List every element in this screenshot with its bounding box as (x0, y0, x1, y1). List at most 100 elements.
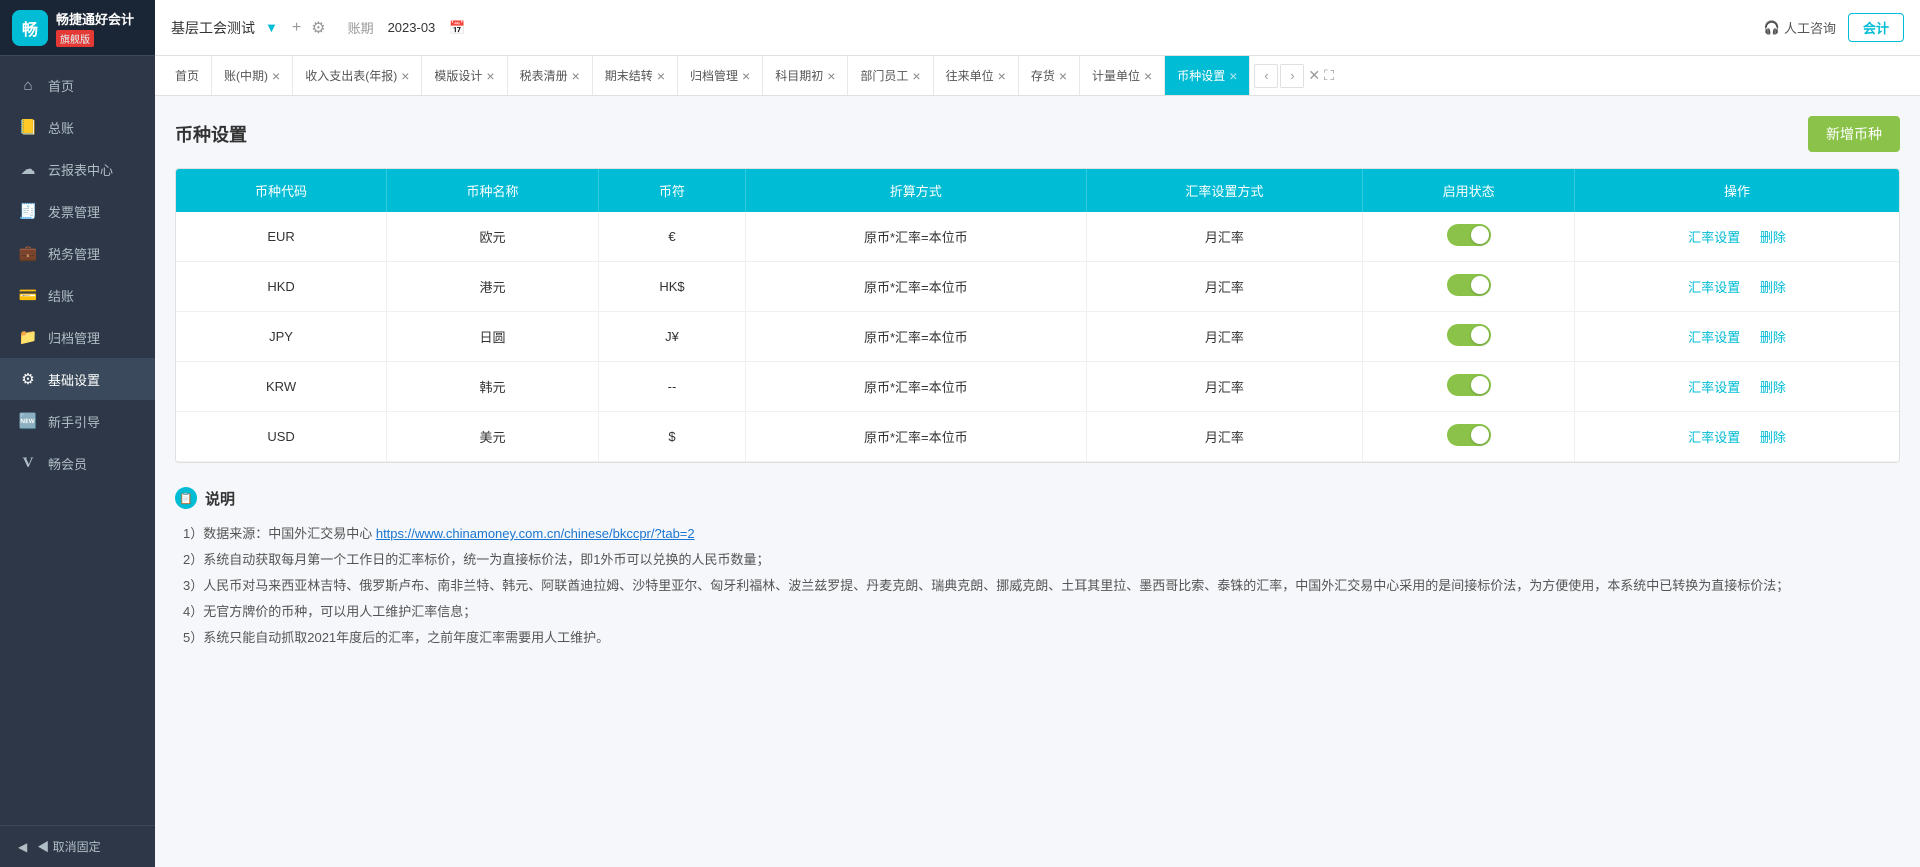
tab-prev-btn[interactable]: ‹ (1254, 64, 1278, 88)
sidebar-item-guide[interactable]: 🆕 新手引导 (0, 400, 155, 442)
toggle-KRW[interactable] (1447, 374, 1491, 396)
tab-close-period[interactable]: × (272, 68, 280, 84)
cell-status-2[interactable] (1363, 312, 1575, 362)
guide-icon: 🆕 (18, 411, 38, 431)
notice-title-text: 说明 (205, 488, 235, 509)
notice-item: 4）无官方牌价的币种，可以用人工维护汇率信息； (183, 599, 1900, 625)
sidebar-collapse-btn[interactable]: ◀ ◀ 取消固定 (0, 825, 155, 867)
tab-department[interactable]: 部门员工 × (848, 56, 933, 96)
tab-close-tax[interactable]: × (572, 68, 580, 84)
delete-btn-EUR[interactable]: 删除 (1760, 230, 1786, 245)
tab-label-template: 模版设计 (434, 67, 482, 84)
notice-section: 📋 说明 1）数据来源：中国外汇交易中心 https://www.chinamo… (175, 487, 1900, 651)
archive-icon: 📁 (18, 327, 38, 347)
sidebar-item-tax[interactable]: 💼 税务管理 (0, 232, 155, 274)
reports-icon: ☁ (18, 159, 38, 179)
tab-close-unit[interactable]: × (1144, 68, 1152, 84)
delete-btn-USD[interactable]: 删除 (1760, 430, 1786, 445)
toggle-JPY[interactable] (1447, 324, 1491, 346)
tab-label-period-end: 期末结转 (605, 67, 653, 84)
th-rate-type: 汇率设置方式 (1086, 169, 1363, 212)
cell-status-3[interactable] (1363, 362, 1575, 412)
tab-currency[interactable]: 币种设置 × (1165, 56, 1250, 96)
sidebar-item-basic[interactable]: ⚙ 基础设置 (0, 358, 155, 400)
toggle-HKD[interactable] (1447, 274, 1491, 296)
sidebar-logo: 畅 畅捷通好会计 旗舰版 (0, 0, 155, 56)
currency-table: 币种代码 币种名称 币符 折算方式 汇率设置方式 启用状态 操作 EUR 欧元 … (176, 169, 1899, 462)
sidebar-item-archive[interactable]: 📁 归档管理 (0, 316, 155, 358)
tab-close-all-btn[interactable]: ✕ (1308, 67, 1320, 84)
cell-status-4[interactable] (1363, 412, 1575, 462)
toggle-USD[interactable] (1447, 424, 1491, 446)
tab-close-period-end[interactable]: × (657, 68, 665, 84)
tab-archive[interactable]: 归档管理 × (678, 56, 763, 96)
rate-settings-btn-HKD[interactable]: 汇率设置 (1688, 280, 1740, 295)
delete-btn-KRW[interactable]: 删除 (1760, 380, 1786, 395)
new-currency-btn[interactable]: 新增币种 (1808, 116, 1900, 152)
add-company-icon[interactable]: + (292, 19, 301, 37)
delete-btn-HKD[interactable]: 删除 (1760, 280, 1786, 295)
tab-income[interactable]: 收入支出表(年报) × (293, 56, 422, 96)
logo-badge: 旗舰版 (56, 30, 94, 47)
th-code: 币种代码 (176, 169, 387, 212)
tax-icon: 💼 (18, 243, 38, 263)
toggle-EUR[interactable] (1447, 224, 1491, 246)
page-title: 币种设置 (175, 121, 247, 147)
tab-close-currency[interactable]: × (1229, 68, 1237, 84)
tab-label-inventory: 存货 (1031, 67, 1055, 84)
tab-close-template[interactable]: × (486, 68, 494, 84)
settings-icon[interactable]: ⚙ (311, 18, 325, 38)
period-value: 2023-03 (388, 20, 436, 35)
cell-action-0: 汇率设置 删除 (1575, 212, 1899, 262)
rate-settings-btn-JPY[interactable]: 汇率设置 (1688, 330, 1740, 345)
rate-settings-btn-USD[interactable]: 汇率设置 (1688, 430, 1740, 445)
tab-close-archive[interactable]: × (742, 68, 750, 84)
notice-link[interactable]: https://www.chinamoney.com.cn/chinese/bk… (376, 526, 695, 541)
tab-template[interactable]: 模版设计 × (422, 56, 507, 96)
tab-close-partner[interactable]: × (998, 68, 1006, 84)
table-row: JPY 日圆 J¥ 原币*汇率=本位币 月汇率 汇率设置 删除 (176, 312, 1899, 362)
fullscreen-btn[interactable]: ⛶ (1324, 67, 1334, 84)
tab-partner[interactable]: 往来单位 × (934, 56, 1019, 96)
toggle-knob-EUR (1471, 226, 1489, 244)
cell-status-1[interactable] (1363, 262, 1575, 312)
tab-inventory[interactable]: 存货 × (1019, 56, 1080, 96)
logo-name: 畅捷通好会计 (56, 9, 134, 28)
toggle-knob-HKD (1471, 276, 1489, 294)
calendar-icon[interactable]: 📅 (449, 20, 465, 36)
tab-close-inventory[interactable]: × (1059, 68, 1067, 84)
cell-name-2: 日圆 (387, 312, 599, 362)
tab-unit[interactable]: 计量单位 × (1080, 56, 1165, 96)
tab-close-income[interactable]: × (401, 68, 409, 84)
user-role-btn[interactable]: 会计 (1848, 13, 1904, 42)
sidebar-label-tax: 税务管理 (48, 244, 100, 263)
cell-code-3: KRW (176, 362, 387, 412)
rate-settings-btn-KRW[interactable]: 汇率设置 (1688, 380, 1740, 395)
tab-close-department[interactable]: × (912, 68, 920, 84)
company-dropdown-icon[interactable]: ▼ (265, 20, 278, 35)
tab-subject[interactable]: 科目期初 × (763, 56, 848, 96)
sidebar-item-ledger[interactable]: 📒 总账 (0, 106, 155, 148)
help-label: 人工咨询 (1784, 18, 1836, 37)
sidebar-item-home[interactable]: ⌂ 首页 (0, 64, 155, 106)
topbar-left: 基层工会测试 ▼ + ⚙ 账期 2023-03 📅 (171, 18, 465, 38)
tab-close-subject[interactable]: × (827, 68, 835, 84)
tab-tax[interactable]: 税表清册 × (508, 56, 593, 96)
topbar: 基层工会测试 ▼ + ⚙ 账期 2023-03 📅 🎧 人工咨询 会计 (155, 0, 1920, 56)
rate-settings-btn-EUR[interactable]: 汇率设置 (1688, 230, 1740, 245)
sidebar-label-invoice: 发票管理 (48, 202, 100, 221)
notice-list: 1）数据来源：中国外汇交易中心 https://www.chinamoney.c… (175, 521, 1900, 651)
delete-btn-JPY[interactable]: 删除 (1760, 330, 1786, 345)
sidebar-item-invoice[interactable]: 🧾 发票管理 (0, 190, 155, 232)
cell-status-0[interactable] (1363, 212, 1575, 262)
tab-period[interactable]: 账(中期) × (212, 56, 293, 96)
notice-item: 3）人民币对马来西亚林吉特、俄罗斯卢布、南非兰特、韩元、阿联酋迪拉姆、沙特里亚尔… (183, 573, 1900, 599)
sidebar-label-ledger: 总账 (48, 118, 74, 137)
sidebar-item-reports[interactable]: ☁ 云报表中心 (0, 148, 155, 190)
tab-period-end[interactable]: 期末结转 × (593, 56, 678, 96)
tab-next-btn[interactable]: › (1280, 64, 1304, 88)
help-btn[interactable]: 🎧 人工咨询 (1764, 18, 1836, 37)
sidebar-item-member[interactable]: V 畅会员 (0, 442, 155, 484)
sidebar-item-settle[interactable]: 💳 结账 (0, 274, 155, 316)
tab-home[interactable]: 首页 (163, 56, 212, 96)
